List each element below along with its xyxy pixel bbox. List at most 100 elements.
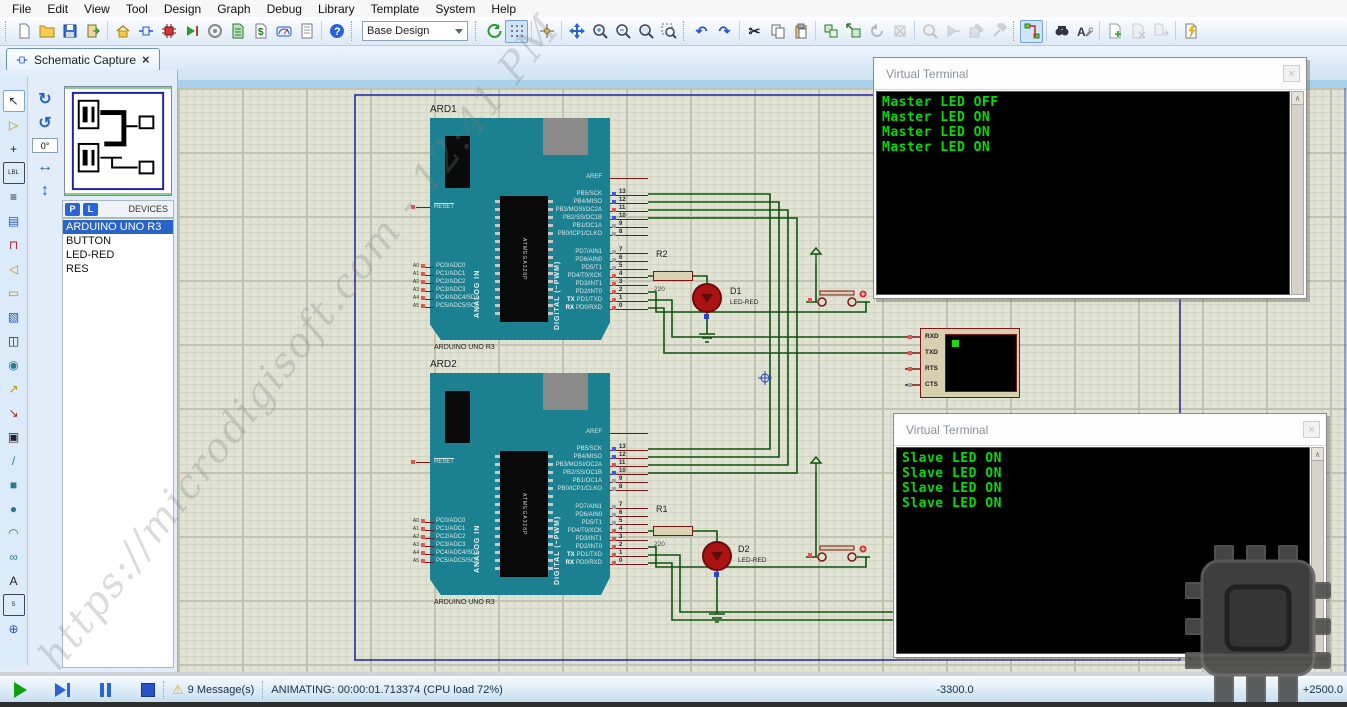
block-move-icon[interactable]: [842, 20, 865, 43]
zoom-all-icon[interactable]: [634, 20, 657, 43]
block-delete-icon[interactable]: [888, 20, 911, 43]
wire-label-icon[interactable]: LBL: [2, 162, 25, 184]
2d-symbol-icon[interactable]: S: [2, 594, 25, 616]
current-probe-icon[interactable]: ↘: [3, 402, 25, 424]
block-copy-icon[interactable]: [819, 20, 842, 43]
stop-button[interactable]: [141, 682, 155, 697]
paste-icon[interactable]: [789, 20, 812, 43]
led-d2[interactable]: [702, 541, 732, 571]
virtual-instrument-icon[interactable]: ▣: [3, 426, 25, 448]
device-list-item[interactable]: RES: [63, 262, 173, 276]
zoom-area-icon[interactable]: [657, 20, 680, 43]
virtual-terminal-component[interactable]: RXD TXD RTS CTS: [905, 328, 1022, 398]
grid-toggle-icon[interactable]: [505, 19, 528, 43]
design-selector[interactable]: Base Design: [362, 21, 468, 41]
save-icon[interactable]: [58, 20, 81, 43]
2d-circle-icon[interactable]: ●: [3, 498, 25, 520]
led-d1[interactable]: [692, 283, 722, 313]
zoom-out-icon[interactable]: [611, 20, 634, 43]
graph-mode-icon[interactable]: ▧: [3, 306, 25, 328]
device-list-item[interactable]: BUTTON: [63, 234, 173, 248]
scrollbar[interactable]: ∧: [1291, 91, 1304, 295]
junction-dot-icon[interactable]: +: [3, 138, 25, 160]
generator-icon[interactable]: ◉: [3, 354, 25, 376]
2d-box-icon[interactable]: ■: [3, 474, 25, 496]
subcircuit-icon[interactable]: ⊓: [3, 234, 25, 256]
origin-icon[interactable]: [535, 20, 558, 43]
schematic-overview[interactable]: [64, 86, 172, 196]
device-list-item[interactable]: ARDUINO UNO R3: [63, 220, 173, 234]
resistor-r1[interactable]: [653, 526, 693, 536]
menu-item[interactable]: File: [4, 1, 39, 17]
scroll-up-icon[interactable]: ∧: [1292, 92, 1303, 105]
new-file-icon[interactable]: [12, 20, 35, 43]
electrical-rule-check-icon[interactable]: [1179, 20, 1202, 43]
rotate-cw-icon[interactable]: ↻: [33, 90, 57, 110]
rotate-ccw-icon[interactable]: ↺: [33, 114, 57, 134]
menu-item[interactable]: Debug: [259, 1, 310, 17]
2d-marker-icon[interactable]: ⊕: [3, 618, 25, 640]
mirror-vertical-icon[interactable]: ↕: [33, 181, 57, 201]
goto-sheet-icon[interactable]: [1149, 20, 1172, 43]
simulator-meter-icon[interactable]: [272, 20, 295, 43]
menu-item[interactable]: Tool: [118, 1, 156, 17]
2d-arc-icon[interactable]: ◠: [3, 522, 25, 544]
2d-path-icon[interactable]: ∞: [3, 546, 25, 568]
component-mode-icon[interactable]: ▷: [3, 114, 25, 136]
virtual-terminal-window-slave[interactable]: Virtual Terminal × Slave LED ON Slave LED…: [893, 413, 1327, 658]
zoom-in-icon[interactable]: [588, 20, 611, 43]
bus-mode-icon[interactable]: ▤: [3, 210, 25, 232]
tab-schematic-capture[interactable]: Schematic Capture ×: [6, 48, 160, 70]
help-icon[interactable]: ?: [325, 20, 348, 43]
import-export-icon[interactable]: [81, 20, 104, 43]
tab-close-icon[interactable]: ×: [142, 53, 150, 66]
virtual-terminal-window-master[interactable]: Virtual Terminal × Master LED OFF Master …: [873, 57, 1307, 299]
resistor-r2[interactable]: [653, 271, 693, 281]
copy-icon[interactable]: [766, 20, 789, 43]
selection-mode-icon[interactable]: ↖: [2, 90, 25, 112]
bom-cost-icon[interactable]: $: [249, 20, 272, 43]
close-icon[interactable]: ×: [1303, 421, 1320, 438]
menu-item[interactable]: System: [427, 1, 483, 17]
step-button[interactable]: [55, 682, 70, 697]
3d-viewer-icon[interactable]: [180, 20, 203, 43]
scroll-up-icon[interactable]: ∧: [1312, 448, 1323, 461]
cut-icon[interactable]: ✂: [743, 20, 766, 43]
property-assignment-icon[interactable]: A: [1073, 20, 1096, 43]
menu-item[interactable]: Template: [363, 1, 428, 17]
rotation-angle-input[interactable]: [32, 138, 58, 153]
open-folder-icon[interactable]: [35, 20, 58, 43]
menu-item[interactable]: Design: [156, 1, 209, 17]
pan-tool-icon[interactable]: [565, 20, 588, 43]
device-list-item[interactable]: LED-RED: [63, 248, 173, 262]
arduino-board-ard1[interactable]: ARD1 ATMEGA328P ANALOG IN DIGITAL (~PWM)…: [408, 104, 658, 356]
decompose-icon[interactable]: [987, 20, 1010, 43]
pick-parts-icon[interactable]: [918, 20, 941, 43]
home-icon[interactable]: [111, 20, 134, 43]
pick-devices-button[interactable]: P: [65, 202, 80, 216]
menu-item[interactable]: View: [76, 1, 118, 17]
pause-button[interactable]: [100, 682, 111, 697]
terminal-mode-icon[interactable]: ◁: [3, 258, 25, 280]
voltage-probe-icon[interactable]: ↗: [3, 378, 25, 400]
push-button[interactable]: [806, 288, 870, 316]
new-sheet-icon[interactable]: [1103, 20, 1126, 43]
text-script-icon[interactable]: ≡: [3, 186, 25, 208]
pcb-layout-icon[interactable]: [157, 20, 180, 43]
make-device-icon[interactable]: [941, 20, 964, 43]
menu-item[interactable]: Help: [483, 1, 524, 17]
2d-text-icon[interactable]: A: [3, 570, 25, 592]
close-icon[interactable]: ×: [1283, 65, 1300, 82]
push-button[interactable]: [806, 543, 870, 571]
menu-item[interactable]: Edit: [39, 1, 76, 17]
play-button[interactable]: [14, 681, 27, 698]
tape-recorder-icon[interactable]: ◫: [3, 330, 25, 352]
block-rotate-icon[interactable]: [865, 20, 888, 43]
remove-sheet-icon[interactable]: [1126, 20, 1149, 43]
library-button[interactable]: L: [83, 202, 98, 216]
arduino-board-ard2[interactable]: ARD2 ATMEGA328P ANALOG IN DIGITAL (~PWM)…: [408, 359, 658, 611]
2d-line-icon[interactable]: /: [3, 450, 25, 472]
search-parts-icon[interactable]: [1050, 20, 1073, 43]
design-explorer-icon[interactable]: [203, 20, 226, 43]
message-count[interactable]: 9 Message(s): [188, 684, 255, 696]
